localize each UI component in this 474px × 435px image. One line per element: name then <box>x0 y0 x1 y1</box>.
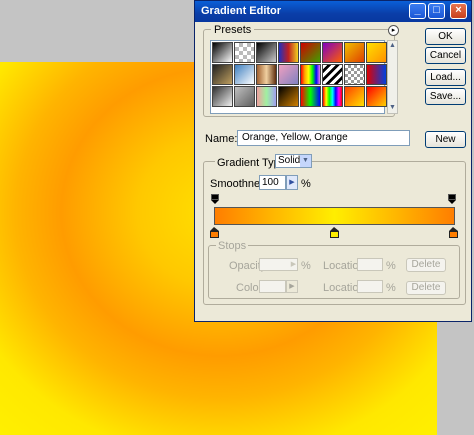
ok-button[interactable]: OK <box>425 28 466 45</box>
title-bar[interactable]: Gradient Editor _ □ × <box>195 1 471 22</box>
opacity-stop-left[interactable] <box>211 194 219 204</box>
preset-swatch[interactable] <box>344 42 365 63</box>
new-button[interactable]: New <box>425 131 466 148</box>
preset-swatch[interactable] <box>234 64 255 85</box>
presets-menu-button[interactable]: ▸ <box>388 25 399 36</box>
cancel-button[interactable]: Cancel <box>425 47 466 64</box>
preset-swatch[interactable] <box>278 42 299 63</box>
preset-swatch[interactable] <box>278 64 299 85</box>
preset-swatch[interactable] <box>300 64 321 85</box>
presets-label: Presets <box>211 24 255 36</box>
opacity-stop-right[interactable] <box>448 194 456 204</box>
preset-swatch[interactable] <box>256 64 277 85</box>
scroll-down-icon[interactable]: ▼ <box>388 103 397 113</box>
load-button[interactable]: Load... <box>425 69 466 86</box>
color-swatch-field[interactable] <box>259 280 286 293</box>
preset-swatch[interactable] <box>366 86 387 107</box>
opacity-arrow-icon[interactable]: ▶ <box>289 258 298 271</box>
preset-swatch[interactable] <box>234 42 255 63</box>
preset-swatch[interactable] <box>366 64 387 85</box>
preset-swatch[interactable] <box>234 86 255 107</box>
name-input[interactable]: Orange, Yellow, Orange <box>237 130 410 146</box>
minimize-button[interactable]: _ <box>409 3 426 19</box>
canvas-background <box>0 0 195 62</box>
presets-scrollbar[interactable]: ▲ ▼ <box>387 40 398 114</box>
delete-opacity-stop-button[interactable]: Delete <box>406 258 446 272</box>
preset-swatch[interactable] <box>212 42 233 63</box>
color-location-unit: % <box>386 282 396 294</box>
opacity-location-input[interactable] <box>357 258 383 271</box>
color-stop-right[interactable] <box>449 227 458 238</box>
preset-swatch-grid <box>210 40 387 114</box>
preset-swatch[interactable] <box>212 64 233 85</box>
preset-swatch[interactable] <box>344 64 365 85</box>
scroll-up-icon[interactable]: ▲ <box>388 41 397 51</box>
color-location-input[interactable] <box>357 280 383 293</box>
preset-swatch[interactable] <box>300 86 321 107</box>
gradient-editor-dialog: Gradient Editor _ □ × Presets ▸ ▲ ▼ OK C… <box>194 0 472 322</box>
delete-color-stop-button[interactable]: Delete <box>406 281 446 295</box>
preset-swatch[interactable] <box>366 42 387 63</box>
name-label: Name: <box>205 133 238 145</box>
maximize-button[interactable]: □ <box>428 3 445 19</box>
opacity-unit: % <box>301 260 311 272</box>
dialog-title: Gradient Editor <box>201 5 282 17</box>
opacity-location-unit: % <box>386 260 396 272</box>
preset-swatch[interactable] <box>344 86 365 107</box>
smoothness-input[interactable]: 100 <box>259 175 286 190</box>
smoothness-unit: % <box>301 178 311 190</box>
preset-swatch[interactable] <box>212 86 233 107</box>
preset-swatch[interactable] <box>322 42 343 63</box>
preset-swatch[interactable] <box>256 42 277 63</box>
save-button[interactable]: Save... <box>425 88 466 105</box>
smoothness-arrow-icon[interactable]: ▶ <box>286 175 298 190</box>
gradient-type-value: Solid <box>278 155 301 166</box>
preset-swatch[interactable] <box>256 86 277 107</box>
preset-swatch[interactable] <box>278 86 299 107</box>
gradient-type-select[interactable]: Solid ▼ <box>275 154 312 168</box>
preset-swatch[interactable] <box>322 86 343 107</box>
preset-swatch[interactable] <box>300 42 321 63</box>
gradient-preview-bar[interactable] <box>214 207 455 225</box>
color-arrow-icon[interactable]: ▶ <box>286 280 298 293</box>
color-stop-left[interactable] <box>210 227 219 238</box>
stops-label: Stops <box>216 240 249 252</box>
chevron-down-icon[interactable]: ▼ <box>300 155 311 167</box>
preset-swatch[interactable] <box>322 64 343 85</box>
close-button[interactable]: × <box>450 3 467 19</box>
color-stop-middle[interactable] <box>330 227 339 238</box>
